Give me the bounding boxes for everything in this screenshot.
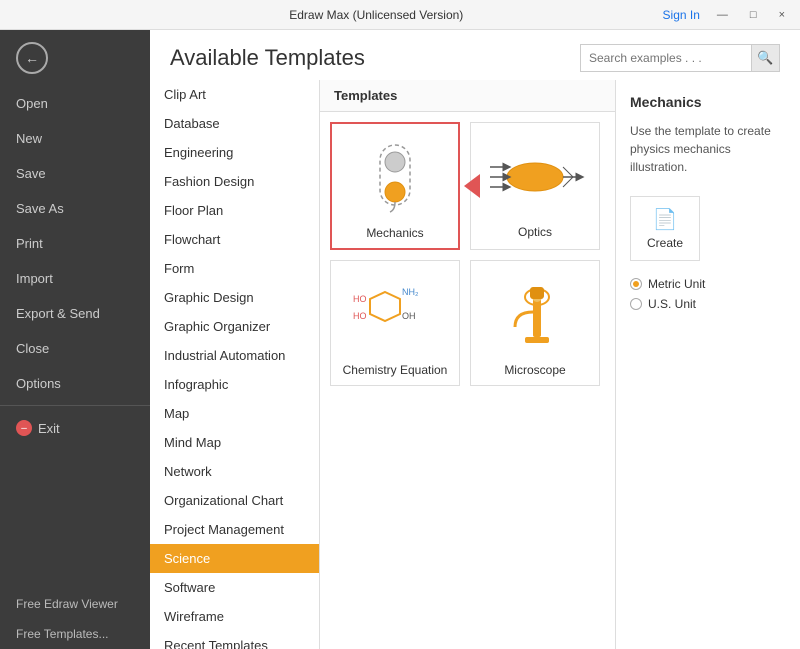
sidebar-item-close[interactable]: Close xyxy=(0,331,150,366)
main-layout: ← Open New Save Save As Print Import Exp… xyxy=(0,30,800,649)
right-panel-description: Use the template to create physics mecha… xyxy=(630,122,786,176)
selection-arrow xyxy=(464,174,480,198)
cat-project-mgmt[interactable]: Project Management xyxy=(150,515,319,544)
exit-icon: – xyxy=(16,420,32,436)
metric-unit-label: Metric Unit xyxy=(648,277,705,291)
chemistry-thumbnail: HO HO NH₂ OH xyxy=(340,269,450,359)
sidebar-item-new[interactable]: New xyxy=(0,121,150,156)
mechanics-svg xyxy=(355,140,435,215)
sidebar-item-saveas[interactable]: Save As xyxy=(0,191,150,226)
three-col-layout: Clip Art Database Engineering Fashion De… xyxy=(150,80,800,649)
back-circle-icon: ← xyxy=(16,42,48,74)
unit-radio-group: Metric Unit U.S. Unit xyxy=(630,277,786,311)
optics-label: Optics xyxy=(518,225,552,239)
cat-graphic-organizer[interactable]: Graphic Organizer xyxy=(150,312,319,341)
sidebar-item-print[interactable]: Print xyxy=(0,226,150,261)
search-button[interactable]: 🔍 xyxy=(751,45,779,71)
cat-network[interactable]: Network xyxy=(150,457,319,486)
search-input[interactable] xyxy=(581,45,751,71)
window-title: Edraw Max (Unlicensed Version) xyxy=(90,8,663,22)
sidebar-item-export[interactable]: Export & Send xyxy=(0,296,150,331)
content-header: Available Templates 🔍 xyxy=(150,30,800,80)
maximize-button[interactable]: □ xyxy=(745,7,762,23)
cat-org-chart[interactable]: Organizational Chart xyxy=(150,486,319,515)
metric-radio-dot xyxy=(630,278,642,290)
sign-in-link[interactable]: Sign In xyxy=(663,8,700,22)
optics-thumbnail xyxy=(480,131,590,221)
document-icon: 📄 xyxy=(653,207,678,232)
title-bar: Edraw Max (Unlicensed Version) Sign In —… xyxy=(0,0,800,30)
sidebar-item-viewer[interactable]: Free Edraw Viewer xyxy=(0,589,150,619)
cat-form[interactable]: Form xyxy=(150,254,319,283)
chemistry-svg: HO HO NH₂ OH xyxy=(345,277,445,352)
sidebar-item-exit[interactable]: – Exit xyxy=(0,410,150,446)
exit-label: Exit xyxy=(38,421,60,436)
svg-text:HO: HO xyxy=(353,311,367,321)
right-panel-title: Mechanics xyxy=(630,94,786,110)
mechanics-thumbnail xyxy=(340,132,450,222)
us-unit-radio[interactable]: U.S. Unit xyxy=(630,297,786,311)
cat-industrial-automation[interactable]: Industrial Automation xyxy=(150,341,319,370)
content-area: Available Templates 🔍 Clip Art Database … xyxy=(150,30,800,649)
mechanics-label: Mechanics xyxy=(366,226,423,240)
svg-text:HO: HO xyxy=(353,294,367,304)
create-button[interactable]: 📄 Create xyxy=(630,196,700,261)
us-radio-dot xyxy=(630,298,642,310)
svg-text:OH: OH xyxy=(402,311,416,321)
sidebar-item-free-templates[interactable]: Free Templates... xyxy=(0,619,150,649)
chemistry-label: Chemistry Equation xyxy=(343,363,448,377)
templates-header: Templates xyxy=(320,80,615,112)
sidebar: ← Open New Save Save As Print Import Exp… xyxy=(0,30,150,649)
cat-mind-map[interactable]: Mind Map xyxy=(150,428,319,457)
sidebar-divider xyxy=(0,405,150,406)
cat-map[interactable]: Map xyxy=(150,399,319,428)
cat-software[interactable]: Software xyxy=(150,573,319,602)
templates-panel: Templates xyxy=(320,80,615,649)
minimize-button[interactable]: — xyxy=(712,7,733,23)
microscope-svg xyxy=(495,277,575,352)
metric-unit-radio[interactable]: Metric Unit xyxy=(630,277,786,291)
page-title: Available Templates xyxy=(170,45,365,71)
cat-recent-templates[interactable]: Recent Templates xyxy=(150,631,319,649)
sidebar-item-save[interactable]: Save xyxy=(0,156,150,191)
template-mechanics[interactable]: Mechanics xyxy=(330,122,460,250)
template-microscope[interactable]: Microscope xyxy=(470,260,600,386)
cat-database[interactable]: Database xyxy=(150,109,319,138)
category-panel: Clip Art Database Engineering Fashion De… xyxy=(150,80,320,649)
microscope-thumbnail xyxy=(480,269,590,359)
create-label: Create xyxy=(647,236,683,250)
cat-clip-art[interactable]: Clip Art xyxy=(150,80,319,109)
cat-infographic[interactable]: Infographic xyxy=(150,370,319,399)
cat-science[interactable]: Science xyxy=(150,544,319,573)
sidebar-item-open[interactable]: Open xyxy=(0,86,150,121)
back-button[interactable]: ← xyxy=(0,30,150,86)
cat-graphic-design[interactable]: Graphic Design xyxy=(150,283,319,312)
svg-text:NH₂: NH₂ xyxy=(402,287,419,297)
search-box: 🔍 xyxy=(580,44,780,72)
cat-flowchart[interactable]: Flowchart xyxy=(150,225,319,254)
template-optics[interactable]: Optics xyxy=(470,122,600,250)
right-panel: Mechanics Use the template to create phy… xyxy=(615,80,800,649)
optics-svg xyxy=(485,139,585,214)
template-grid: Mechanics xyxy=(320,112,615,396)
cat-fashion-design[interactable]: Fashion Design xyxy=(150,167,319,196)
cat-wireframe[interactable]: Wireframe xyxy=(150,602,319,631)
cat-engineering[interactable]: Engineering xyxy=(150,138,319,167)
close-button[interactable]: × xyxy=(774,7,790,23)
microscope-label: Microscope xyxy=(504,363,565,377)
sidebar-item-options[interactable]: Options xyxy=(0,366,150,401)
sidebar-item-import[interactable]: Import xyxy=(0,261,150,296)
cat-floor-plan[interactable]: Floor Plan xyxy=(150,196,319,225)
us-unit-label: U.S. Unit xyxy=(648,297,696,311)
template-chemistry[interactable]: HO HO NH₂ OH Chemistry Equation xyxy=(330,260,460,386)
